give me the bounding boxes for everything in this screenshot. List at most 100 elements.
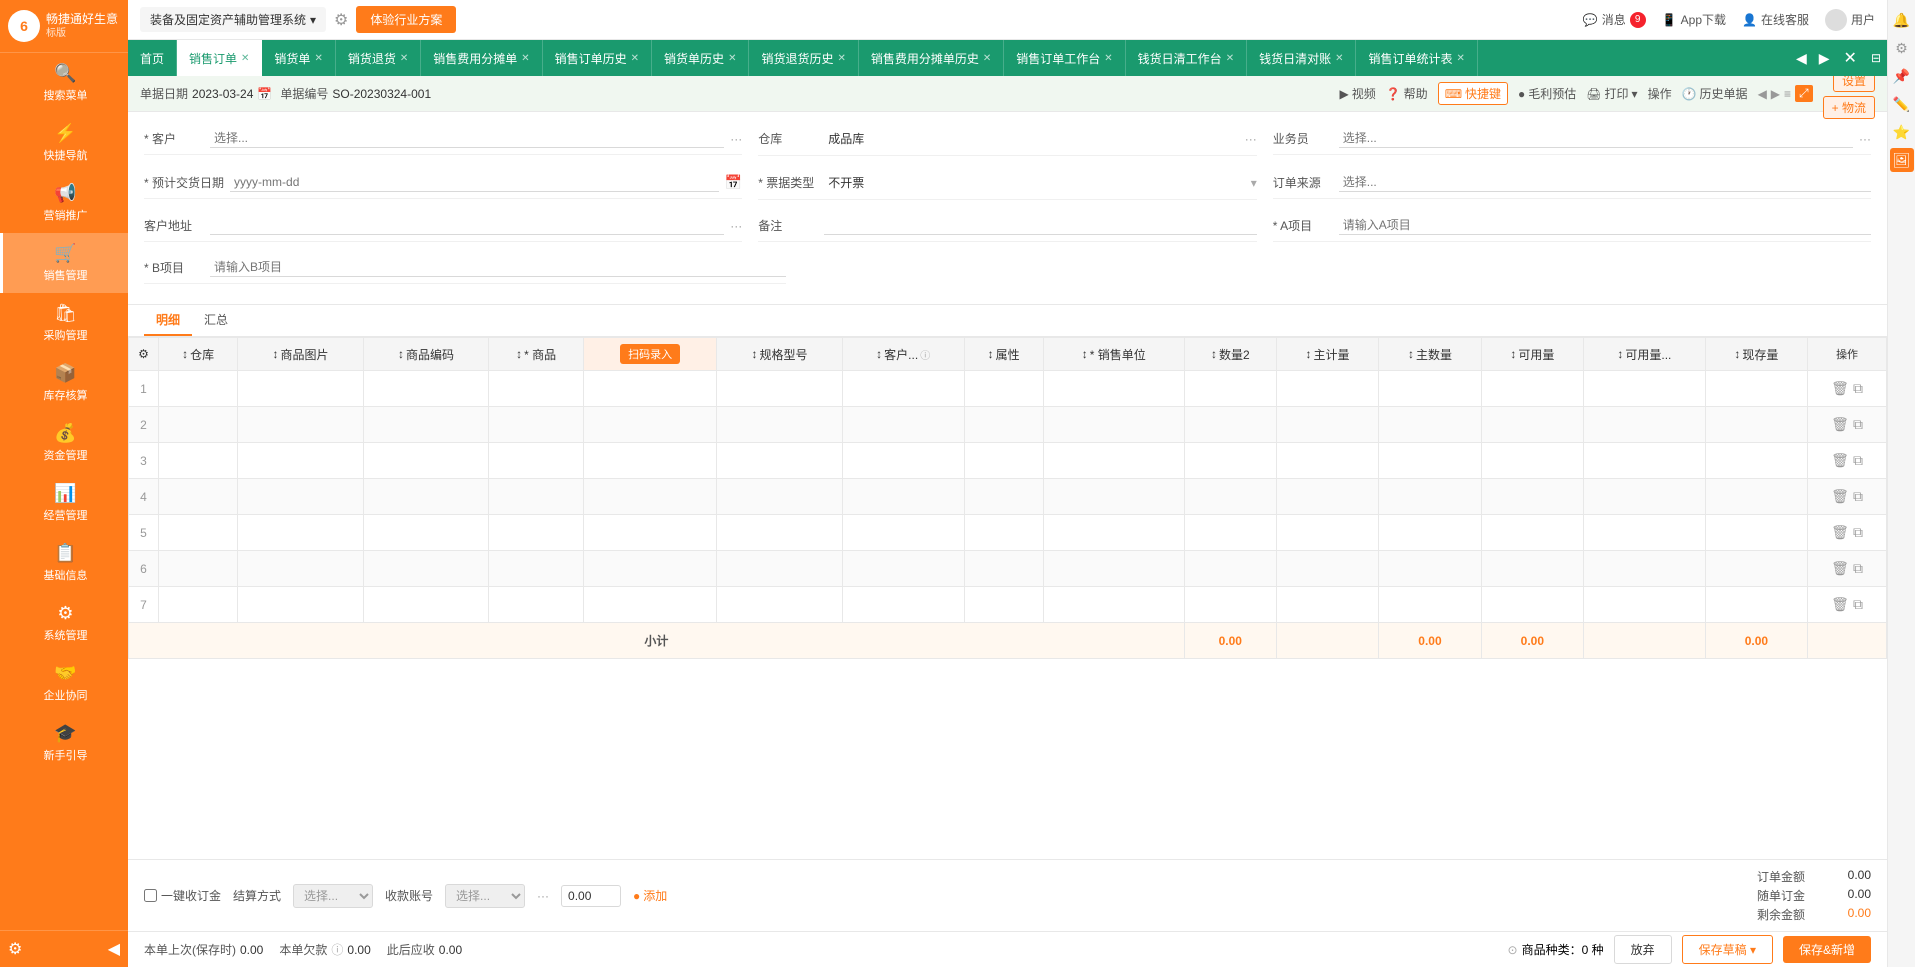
user-button[interactable]: 用户 xyxy=(1825,9,1875,31)
row-spec[interactable] xyxy=(717,407,843,443)
row-spec[interactable] xyxy=(717,443,843,479)
row-available2[interactable] xyxy=(1584,407,1706,443)
row-warehouse[interactable] xyxy=(159,551,238,587)
row-available2[interactable] xyxy=(1584,371,1706,407)
tab-close-3[interactable]: ✕ xyxy=(400,53,408,64)
row-qty2[interactable] xyxy=(1184,443,1276,479)
navtab-11[interactable]: 钱货日清对账✕ xyxy=(1247,40,1356,76)
navtab-8[interactable]: 销售费用分摊单历史✕ xyxy=(859,40,1004,76)
row-attribute[interactable] xyxy=(964,515,1043,551)
row-customer-ref[interactable] xyxy=(842,551,964,587)
row-product[interactable] xyxy=(489,587,584,623)
row-code[interactable] xyxy=(363,515,489,551)
row-attribute[interactable] xyxy=(964,371,1043,407)
collapse-icon[interactable]: ◀ xyxy=(108,939,120,959)
row-unit[interactable] xyxy=(1043,515,1184,551)
tabs-menu[interactable]: ⊟ xyxy=(1865,40,1887,76)
navtab-1[interactable]: 销售订单✕ xyxy=(177,40,262,76)
customer-input[interactable] xyxy=(210,129,724,148)
sidebar-item-系统管理[interactable]: ⚙系统管理 xyxy=(0,593,128,653)
navtab-0[interactable]: 首页 xyxy=(128,40,177,76)
row-attribute[interactable] xyxy=(964,551,1043,587)
row-customer-ref[interactable] xyxy=(842,443,964,479)
row-code[interactable] xyxy=(363,479,489,515)
row-stock[interactable] xyxy=(1705,515,1807,551)
row-stock[interactable] xyxy=(1705,371,1807,407)
save-draft-button[interactable]: 保存草稿 ▾ xyxy=(1682,935,1773,964)
row-delete-btn[interactable]: 🗑 xyxy=(1831,488,1849,505)
row-warehouse[interactable] xyxy=(159,443,238,479)
row-stock[interactable] xyxy=(1705,479,1807,515)
tabs-right-arrow[interactable]: ▶ xyxy=(1813,40,1836,76)
row-attribute[interactable] xyxy=(964,587,1043,623)
sidebar-item-搜索菜单[interactable]: 🔍搜索菜单 xyxy=(0,53,128,113)
row-spec[interactable] xyxy=(717,515,843,551)
tab-close-4[interactable]: ✕ xyxy=(521,53,529,64)
amount-input[interactable] xyxy=(561,885,621,907)
row-spec[interactable] xyxy=(717,551,843,587)
addr-more-icon[interactable]: ··· xyxy=(730,219,742,233)
row-qty2[interactable] xyxy=(1184,587,1276,623)
shortcut-button[interactable]: ⌨ 快捷键 xyxy=(1438,82,1508,105)
col-settings[interactable]: ⚙ xyxy=(129,338,159,371)
tabs-close-all[interactable]: ✕ xyxy=(1836,40,1865,76)
row-main-qty[interactable] xyxy=(1379,551,1481,587)
sidebar-item-企业协同[interactable]: 🤝企业协同 xyxy=(0,653,128,713)
row-delete-btn[interactable]: 🗑 xyxy=(1831,416,1849,433)
row-copy-btn[interactable]: ⧉ xyxy=(1853,596,1863,613)
panel-icon-2[interactable]: ⚙ xyxy=(1890,36,1914,60)
row-spec[interactable] xyxy=(717,479,843,515)
row-available[interactable] xyxy=(1481,515,1583,551)
row-available[interactable] xyxy=(1481,551,1583,587)
fullscreen-icon[interactable]: ⤢ xyxy=(1795,85,1813,102)
customer-more-icon[interactable]: ··· xyxy=(730,132,742,146)
online-service-button[interactable]: 👤 在线客服 xyxy=(1742,11,1809,28)
payment-select[interactable]: 选择... xyxy=(293,884,373,908)
detail-tab-0[interactable]: 明细 xyxy=(144,305,192,336)
row-main-unit[interactable] xyxy=(1276,443,1378,479)
row-stock[interactable] xyxy=(1705,443,1807,479)
row-unit[interactable] xyxy=(1043,443,1184,479)
invoice-dropdown-icon[interactable]: ▾ xyxy=(1251,176,1257,190)
row-available[interactable] xyxy=(1481,407,1583,443)
tab-close-6[interactable]: ✕ xyxy=(728,53,736,64)
row-main-unit[interactable] xyxy=(1276,515,1378,551)
tab-close-7[interactable]: ✕ xyxy=(837,53,845,64)
navtab-5[interactable]: 销售订单历史✕ xyxy=(543,40,652,76)
delivery-input[interactable] xyxy=(230,173,719,192)
row-copy-btn[interactable]: ⧉ xyxy=(1853,524,1863,541)
sidebar-item-经营管理[interactable]: 📊经营管理 xyxy=(0,473,128,533)
row-delete-btn[interactable]: 🗑 xyxy=(1831,596,1849,613)
row-delete-btn[interactable]: 🗑 xyxy=(1831,560,1849,577)
add-payment-button[interactable]: ● 添加 xyxy=(633,887,667,904)
sidebar-item-资金管理[interactable]: 💰资金管理 xyxy=(0,413,128,473)
row-copy-btn[interactable]: ⧉ xyxy=(1853,380,1863,397)
panel-icon-4[interactable]: ✏️ xyxy=(1890,92,1914,116)
row-qty2[interactable] xyxy=(1184,371,1276,407)
settings-form-btn[interactable]: 设置 xyxy=(1833,76,1875,92)
row-product[interactable] xyxy=(489,515,584,551)
tab-close-10[interactable]: ✕ xyxy=(1226,53,1234,64)
profit-button[interactable]: ● 毛利预估 xyxy=(1518,85,1576,102)
a-project-input[interactable] xyxy=(1339,216,1871,235)
row-attribute[interactable] xyxy=(964,443,1043,479)
row-available[interactable] xyxy=(1481,443,1583,479)
sidebar-item-采购管理[interactable]: 🛍采购管理 xyxy=(0,293,128,353)
row-customer-ref[interactable] xyxy=(842,587,964,623)
customer-addr-input[interactable] xyxy=(210,216,724,235)
row-customer-ref[interactable] xyxy=(842,479,964,515)
row-available[interactable] xyxy=(1481,371,1583,407)
row-unit[interactable] xyxy=(1043,371,1184,407)
checkout-checkbox[interactable] xyxy=(144,889,157,902)
help-button[interactable]: ❓ 帮助 xyxy=(1386,85,1428,102)
panel-icon-5[interactable]: ⭐ xyxy=(1890,120,1914,144)
sidebar-item-基础信息[interactable]: 📋基础信息 xyxy=(0,533,128,593)
settings-gear-icon[interactable]: ⚙ xyxy=(334,10,348,30)
sidebar-item-营销推广[interactable]: 📢营销推广 xyxy=(0,173,128,233)
bank-select[interactable]: 选择... xyxy=(445,884,525,908)
row-warehouse[interactable] xyxy=(159,479,238,515)
tab-close-8[interactable]: ✕ xyxy=(983,53,991,64)
save-new-button[interactable]: 保存&新增 xyxy=(1783,936,1871,963)
row-warehouse[interactable] xyxy=(159,371,238,407)
row-attribute[interactable] xyxy=(964,407,1043,443)
